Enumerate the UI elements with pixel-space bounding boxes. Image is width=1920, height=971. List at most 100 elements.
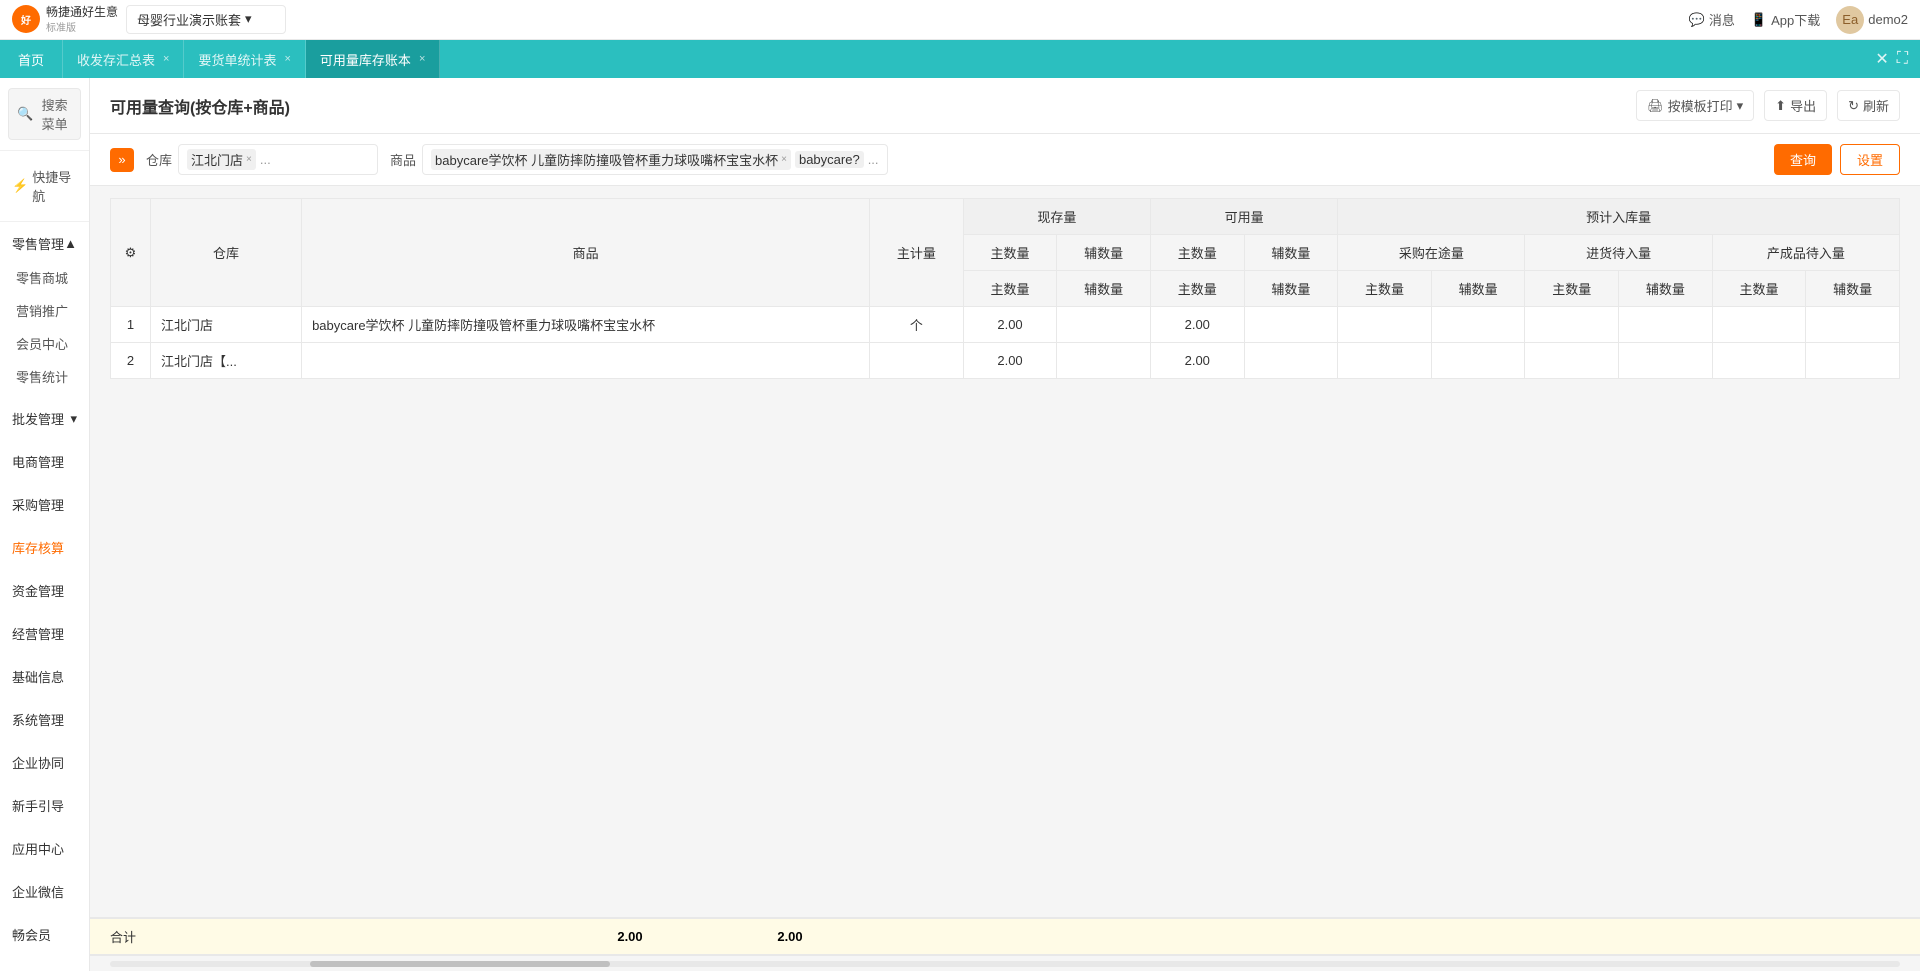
sidebar-item-quicknav[interactable]: ⚡ 快捷导航 — [0, 159, 89, 213]
enterprise-label: 企业协同 — [12, 753, 64, 772]
tab-yaohuo[interactable]: 要货单统计表 × — [184, 40, 305, 78]
messages-label: 消息 — [1709, 10, 1735, 29]
col-unit-header: 主计量 — [870, 199, 964, 307]
messages-button[interactable]: 💬 消息 — [1689, 10, 1735, 29]
maximize-icon[interactable]: ⛶ — [1897, 50, 1908, 68]
sidebar-item-retail-mall[interactable]: 零售商城 — [0, 261, 89, 294]
close-window-icon[interactable]: ✕ — [1875, 49, 1888, 69]
tab-keyongliang[interactable]: 可用量库存账本 × — [306, 40, 440, 78]
avatar: Ea — [1836, 6, 1864, 34]
company-name: 母婴行业演示账套 — [137, 10, 241, 29]
member-label: 畅会员 — [12, 925, 51, 944]
col-settings[interactable]: ⚙ — [111, 199, 151, 307]
sidebar-group-member: 畅会员 — [0, 913, 89, 956]
logo-text-block: 畅捷通好生意 标准版 — [46, 5, 118, 34]
refresh-label: 刷新 — [1863, 96, 1889, 115]
sidebar-group-retail: 零售管理 ▲ 零售商城 营销推广 会员中心 零售统计 — [0, 222, 89, 397]
sidebar-header-appcenter[interactable]: 应用中心 — [0, 831, 89, 866]
sidebar-header-inventory[interactable]: 库存核算 — [0, 530, 89, 565]
company-selector[interactable]: 母婴行业演示账套 ▾ — [126, 5, 286, 34]
sidebar-header-wholesale[interactable]: 批发管理 ▾ — [0, 401, 89, 436]
row-purchase-aux-0 — [1431, 307, 1525, 343]
tab-keyongliang-close[interactable]: × — [419, 53, 425, 65]
refresh-button[interactable]: ↻ 刷新 — [1837, 90, 1900, 121]
sidebar-item-retail-stats[interactable]: 零售统计 — [0, 360, 89, 393]
warehouse-tag-close[interactable]: × — [246, 154, 252, 165]
row-production-aux-0 — [1806, 307, 1900, 343]
tab-shoufacun-close[interactable]: × — [163, 53, 169, 65]
scroll-track[interactable] — [110, 961, 1900, 967]
page-title: 可用量查询(按仓库+商品) — [110, 94, 290, 118]
download-icon: 📱 — [1751, 12, 1767, 28]
sidebar-header-basics[interactable]: 基础信息 — [0, 659, 89, 694]
warehouse-filter-label: 仓库 — [146, 150, 172, 169]
member-center-label: 会员中心 — [16, 337, 68, 352]
page-header-actions: 🖨 按模板打印 ▾ ⬆ 导出 ↻ 刷新 — [1636, 90, 1900, 121]
template-print-button[interactable]: 🖨 按模板打印 ▾ — [1636, 90, 1754, 121]
tab-shoufacun[interactable]: 收发存汇总表 × — [63, 40, 184, 78]
scroll-thumb[interactable] — [310, 961, 610, 967]
row-index-1: 2 — [111, 343, 151, 379]
sidebar-item-marketing[interactable]: 营销推广 — [0, 294, 89, 327]
purchase-label: 采购管理 — [12, 495, 64, 514]
app-download-button[interactable]: 📱 App下载 — [1751, 10, 1820, 29]
template-print-label: 按模板打印 — [1668, 96, 1733, 115]
row-purchase-main-0 — [1338, 307, 1432, 343]
goods-tag-2: babycare? — [795, 151, 864, 168]
col-production-main: 主数量 — [1712, 271, 1806, 307]
export-button[interactable]: ⬆ 导出 — [1764, 90, 1827, 121]
expand-icon: » — [118, 152, 125, 167]
sidebar-group-purchase: 采购管理 — [0, 483, 89, 526]
user-profile[interactable]: Ea demo2 — [1836, 6, 1908, 34]
sidebar-header-finance[interactable]: 资金管理 — [0, 573, 89, 608]
sidebar-header-purchase[interactable]: 采购管理 — [0, 487, 89, 522]
sidebar-header-member[interactable]: 畅会员 — [0, 917, 89, 952]
sidebar-search-label: 搜索菜单 — [37, 95, 72, 133]
basics-label: 基础信息 — [12, 667, 64, 686]
inventory-label: 库存核算 — [12, 538, 64, 557]
scroll-bar-area — [90, 955, 1920, 971]
row-production-main-1 — [1712, 343, 1806, 379]
warehouse-input[interactable]: 江北门店 × ... — [178, 144, 378, 175]
sidebar-header-ecommerce[interactable]: 电商管理 — [0, 444, 89, 479]
goods-tag-1-close[interactable]: × — [781, 154, 787, 165]
filter-expand-button[interactable]: » — [110, 148, 134, 172]
filter-goods-group: 商品 babycare学饮杯 儿童防摔防撞吸管杯重力球吸嘴杯宝宝水杯 × bab… — [390, 144, 888, 175]
sidebar-header-wechat[interactable]: 企业微信 — [0, 874, 89, 909]
sidebar-item-member-center[interactable]: 会员中心 — [0, 327, 89, 360]
sidebar-header-newguide[interactable]: 新手引导 — [0, 788, 89, 823]
finance-label: 资金管理 — [12, 581, 64, 600]
sidebar-group-enterprise: 企业协同 — [0, 741, 89, 784]
goods-input[interactable]: babycare学饮杯 儿童防摔防撞吸管杯重力球吸嘴杯宝宝水杯 × babyca… — [422, 144, 888, 175]
total-values: 2.00 2.00 — [230, 929, 1900, 944]
goods-ellipsis[interactable]: ... — [868, 152, 879, 167]
sidebar-search-button[interactable]: 🔍 搜索菜单 — [8, 88, 81, 140]
sidebar-header-operations[interactable]: 经营管理 — [0, 616, 89, 651]
sidebar-header-retail[interactable]: 零售管理 ▲ — [0, 226, 89, 261]
tab-keyongliang-label: 可用量库存账本 — [320, 50, 411, 69]
sidebar: 🔍 搜索菜单 ⚡ 快捷导航 零售管理 ▲ 零售商城 营销推广 会员中心 — [0, 78, 90, 971]
sidebar-header-system[interactable]: 系统管理 — [0, 702, 89, 737]
row-purchase-aux-1 — [1431, 343, 1525, 379]
col-stock-main-header: 主数量 — [963, 235, 1057, 271]
sidebar-group-ecommerce: 电商管理 — [0, 440, 89, 483]
system-label: 系统管理 — [12, 710, 64, 729]
query-button[interactable]: 查询 — [1774, 144, 1832, 175]
tab-home[interactable]: 首页 — [0, 40, 63, 78]
logo-icon: 好 — [12, 5, 40, 33]
row-unit-1 — [870, 343, 964, 379]
filter-settings-button[interactable]: 设置 — [1840, 144, 1900, 175]
warehouse-tag-text: 江北门店 — [191, 150, 243, 169]
sidebar-nav: ⚡ 快捷导航 — [0, 151, 89, 222]
sidebar-group-appcenter: 应用中心 — [0, 827, 89, 870]
sidebar-header-enterprise[interactable]: 企业协同 — [0, 745, 89, 780]
table-row: 1 江北门店 babycare学饮杯 儿童防摔防撞吸管杯重力球吸嘴杯宝宝水杯 个… — [111, 307, 1900, 343]
col-purchase-main: 主数量 — [1338, 271, 1432, 307]
row-goods-1 — [302, 343, 870, 379]
sidebar-retail-label: 零售管理 — [12, 234, 64, 253]
row-goods-0: babycare学饮杯 儿童防摔防撞吸管杯重力球吸嘴杯宝宝水杯 — [302, 307, 870, 343]
filter-bar: » 仓库 江北门店 × ... 商品 babycare学饮杯 儿童防摔防撞吸管杯… — [90, 134, 1920, 186]
warehouse-ellipsis[interactable]: ... — [260, 152, 271, 167]
chevron-down-icon-3: ▾ — [1737, 98, 1744, 114]
tab-yaohuo-close[interactable]: × — [284, 53, 290, 65]
